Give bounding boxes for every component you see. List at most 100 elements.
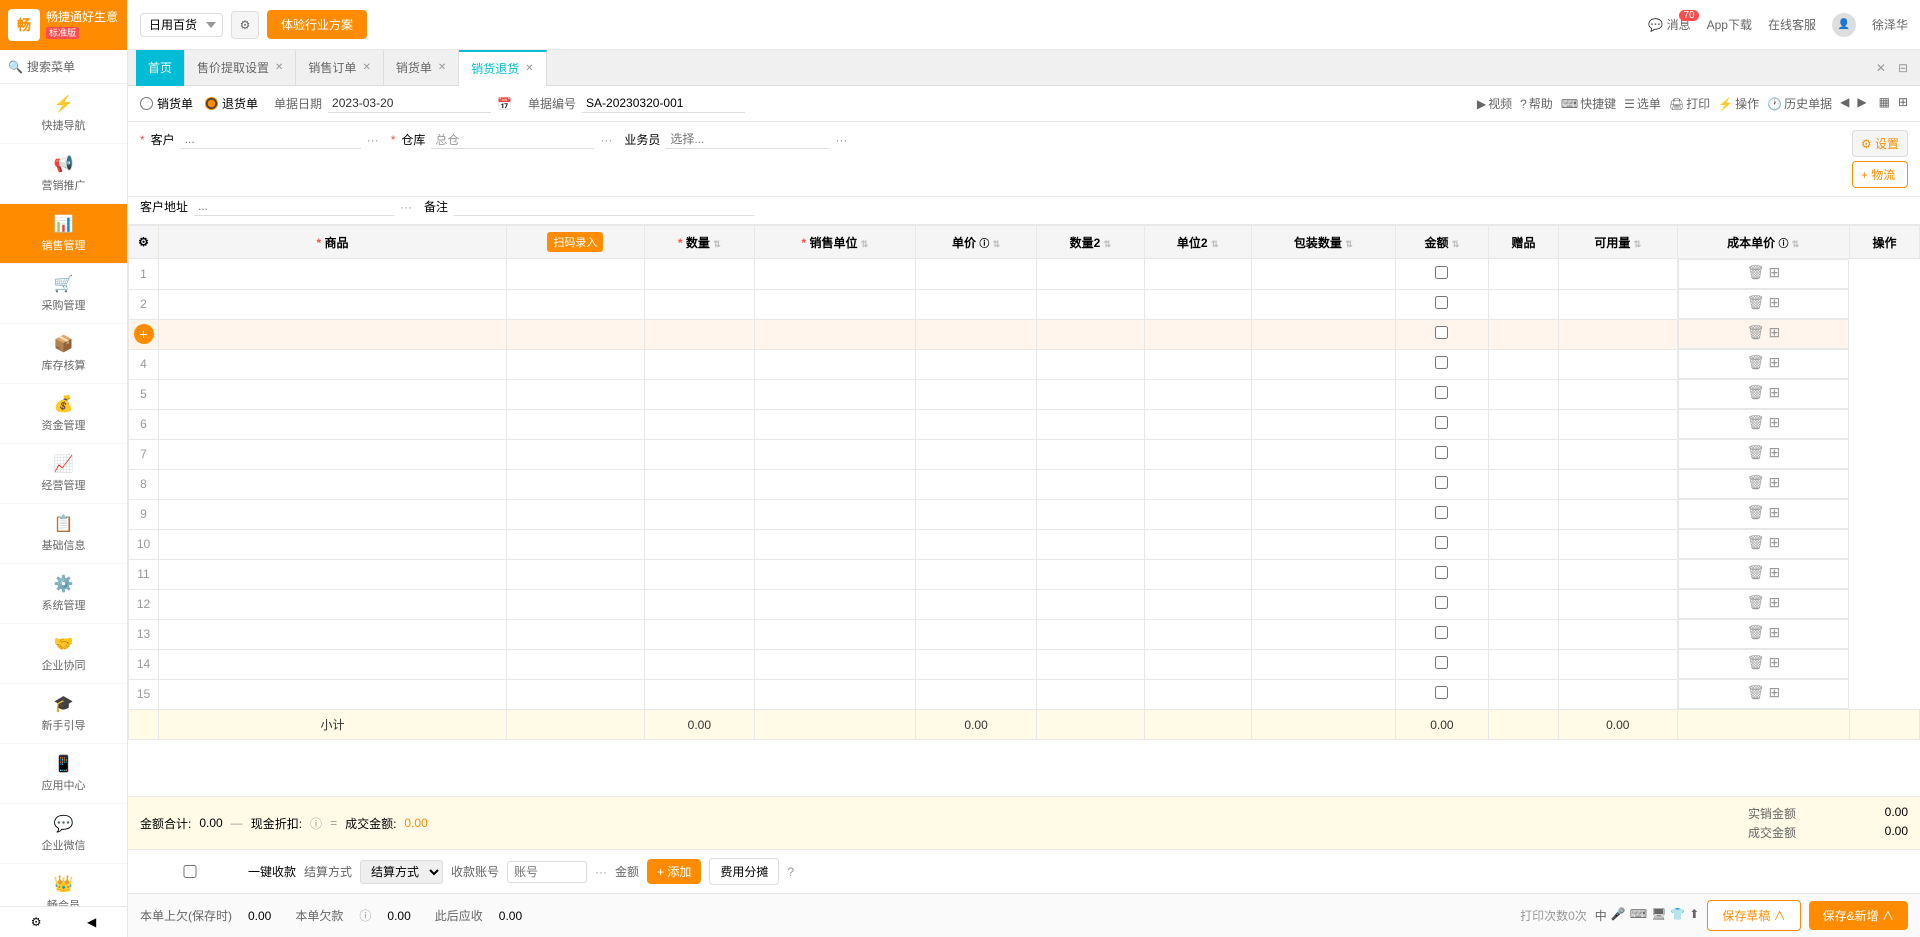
delete-row-btn[interactable]: 🗑 xyxy=(1747,354,1765,374)
copy-row-btn[interactable]: ⊞ xyxy=(1769,534,1781,554)
product-cell[interactable] xyxy=(159,529,507,559)
salesperson-select-btn[interactable]: ··· xyxy=(835,133,847,147)
next-doc-icon[interactable]: ▶ xyxy=(1857,95,1866,112)
delete-row-btn[interactable]: 🗑 xyxy=(1747,324,1765,344)
gift-checkbox[interactable] xyxy=(1435,656,1448,669)
th-gear[interactable]: ⚙ xyxy=(129,226,159,259)
tab-sales-return[interactable]: 销货退货 ✕ xyxy=(459,50,546,86)
tab-expand-icon[interactable]: ⊟ xyxy=(1894,61,1912,75)
delete-row-btn[interactable]: 🗑 xyxy=(1747,264,1765,284)
gift-cell[interactable] xyxy=(1395,499,1488,529)
sidebar-item-enterprise[interactable]: 🤝 企业协同 xyxy=(0,624,127,684)
online-service-link[interactable]: 在线客服 xyxy=(1768,16,1816,33)
copy-row-btn[interactable]: ⊞ xyxy=(1769,504,1781,524)
sidebar-item-marketing[interactable]: 📢 营销推广 xyxy=(0,144,127,204)
product-cell[interactable] xyxy=(159,379,507,409)
customer-addr-input[interactable] xyxy=(194,197,394,216)
th-gift[interactable]: 赠品 xyxy=(1488,226,1558,259)
industry-select[interactable]: 日用百货 xyxy=(140,13,223,37)
th-packqty[interactable]: 包装数量 ⇅ xyxy=(1251,226,1395,259)
copy-row-btn[interactable]: ⊞ xyxy=(1769,264,1781,284)
th-qty[interactable]: * 数量 ⇅ xyxy=(644,226,754,259)
delete-row-btn[interactable]: 🗑 xyxy=(1747,594,1765,614)
tab-price-setting[interactable]: 售价提取设置 ✕ xyxy=(185,50,296,86)
set-btn[interactable]: ⚙ 设置 xyxy=(1852,130,1908,157)
account-dots[interactable]: ··· xyxy=(595,865,607,879)
date-input[interactable] xyxy=(328,94,491,113)
account-input[interactable] xyxy=(507,861,587,883)
sidebar-item-system[interactable]: ⚙️ 系统管理 xyxy=(0,564,127,624)
th-price[interactable]: 单价 ⓘ ⇅ xyxy=(915,226,1036,259)
gift-checkbox[interactable] xyxy=(1435,686,1448,699)
gift-cell[interactable] xyxy=(1395,529,1488,559)
sidebar-item-member[interactable]: 👑 畅会员 xyxy=(0,864,127,906)
gift-cell[interactable] xyxy=(1395,319,1488,349)
product-cell[interactable] xyxy=(159,409,507,439)
product-cell[interactable] xyxy=(159,319,507,349)
experience-btn[interactable]: 体验行业方案 xyxy=(267,10,367,39)
topbar-gear-btn[interactable]: ⚙ xyxy=(231,11,259,39)
customer-input[interactable] xyxy=(181,130,361,149)
sidebar-item-appstore[interactable]: 📱 应用中心 xyxy=(0,744,127,804)
product-cell[interactable] xyxy=(159,349,507,379)
gift-cell[interactable] xyxy=(1395,409,1488,439)
delete-row-btn[interactable]: 🗑 xyxy=(1747,684,1765,704)
gift-cell[interactable] xyxy=(1395,439,1488,469)
gift-cell[interactable] xyxy=(1395,589,1488,619)
customer-select-btn[interactable]: ··· xyxy=(367,133,379,147)
delete-row-btn[interactable]: 🗑 xyxy=(1747,444,1765,464)
sidebar-item-sales[interactable]: 📊 销售管理 xyxy=(0,204,127,264)
sidebar-item-wechat[interactable]: 💬 企业微信 xyxy=(0,804,127,864)
mic-icon[interactable]: 🎤 xyxy=(1611,907,1626,924)
gift-checkbox[interactable] xyxy=(1435,626,1448,639)
action-video[interactable]: ▶ 视频 xyxy=(1477,95,1512,112)
th-cost-price[interactable]: 成本单价 ⓘ ⇅ xyxy=(1677,226,1849,259)
gift-checkbox[interactable] xyxy=(1435,416,1448,429)
delete-row-btn[interactable]: 🗑 xyxy=(1747,474,1765,494)
sidebar-item-finance[interactable]: 💰 资金管理 xyxy=(0,384,127,444)
delete-row-btn[interactable]: 🗑 xyxy=(1747,294,1765,314)
product-cell[interactable] xyxy=(159,469,507,499)
add-logistics-btn[interactable]: + 物流 xyxy=(1852,161,1908,188)
one-key-pay-checkbox[interactable] xyxy=(140,865,240,878)
gift-cell[interactable] xyxy=(1395,259,1488,290)
sidebar-settings-icon[interactable]: ⚙ xyxy=(31,915,42,929)
action-shortcut[interactable]: ⌨ 快捷键 xyxy=(1561,95,1616,112)
salesperson-input[interactable] xyxy=(666,130,829,149)
product-cell[interactable] xyxy=(159,649,507,679)
add-payment-btn[interactable]: + 添加 xyxy=(647,859,701,884)
tab-sales-delivery-close[interactable]: ✕ xyxy=(438,62,446,73)
copy-row-btn[interactable]: ⊞ xyxy=(1769,354,1781,374)
gift-checkbox[interactable] xyxy=(1435,296,1448,309)
th-amount[interactable]: 金额 ⇅ xyxy=(1395,226,1488,259)
radio-return-input[interactable] xyxy=(205,97,218,110)
sidebar-item-inventory[interactable]: 📦 库存核算 xyxy=(0,324,127,384)
tab-sales-order[interactable]: 销售订单 ✕ xyxy=(296,50,383,86)
message-btn[interactable]: 💬 消息 70 xyxy=(1648,16,1690,33)
action-select[interactable]: ☰ 选单 xyxy=(1624,95,1661,112)
delete-row-btn[interactable]: 🗑 xyxy=(1747,564,1765,584)
gift-checkbox[interactable] xyxy=(1435,596,1448,609)
gift-cell[interactable] xyxy=(1395,649,1488,679)
sidebar-item-purchase[interactable]: 🛒 采购管理 xyxy=(0,264,127,324)
prev-doc-icon[interactable]: ◀ xyxy=(1840,95,1849,112)
gift-checkbox[interactable] xyxy=(1435,266,1448,279)
gift-cell[interactable] xyxy=(1395,619,1488,649)
monitor-icon[interactable]: 🖥 xyxy=(1651,907,1666,924)
tab-close-all[interactable]: ✕ xyxy=(1868,61,1894,75)
copy-row-btn[interactable]: ⊞ xyxy=(1769,474,1781,494)
delete-row-btn[interactable]: 🗑 xyxy=(1747,534,1765,554)
sidebar-item-quick-nav[interactable]: ⚡ 快捷导航 xyxy=(0,84,127,144)
radio-return[interactable]: 退货单 xyxy=(205,95,258,112)
gift-cell[interactable] xyxy=(1395,559,1488,589)
copy-row-btn[interactable]: ⊞ xyxy=(1769,594,1781,614)
product-cell[interactable] xyxy=(159,259,507,290)
scan-btn[interactable]: 扫码录入 xyxy=(547,232,603,252)
tab-home[interactable]: 首页 xyxy=(136,50,185,86)
product-cell[interactable] xyxy=(159,679,507,710)
save-draft-btn[interactable]: 保存草稿 ∧ xyxy=(1707,900,1800,931)
action-operate[interactable]: ⚡ 操作 xyxy=(1718,95,1759,112)
radio-delivery[interactable]: 销货单 xyxy=(140,95,193,112)
gift-cell[interactable] xyxy=(1395,349,1488,379)
calc-method-select[interactable]: 结算方式 xyxy=(360,860,443,884)
